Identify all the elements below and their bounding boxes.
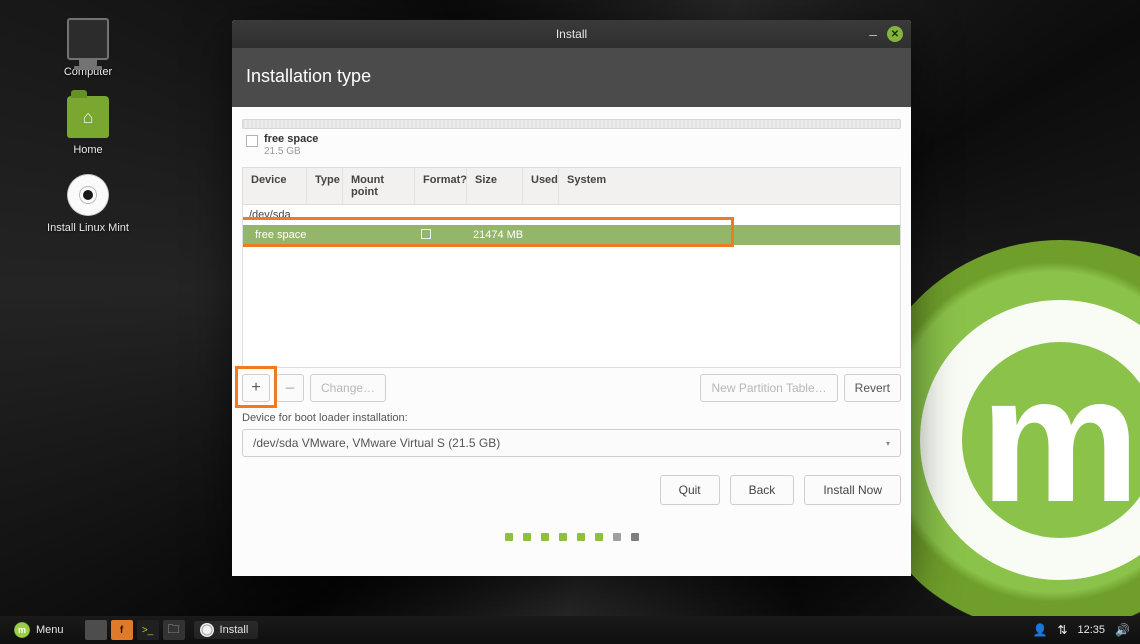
desktop-icon-install[interactable]: Install Linux Mint [28, 174, 148, 234]
mint-logo-icon: m [14, 622, 30, 638]
minimize-button[interactable]: – [869, 29, 877, 39]
home-folder-icon [67, 96, 109, 138]
add-partition-button[interactable]: + [242, 374, 270, 402]
clock[interactable]: 12:35 [1078, 624, 1106, 636]
computer-icon [67, 18, 109, 60]
user-tray-icon[interactable]: 👤 [1033, 623, 1048, 637]
show-desktop-icon[interactable] [85, 620, 107, 640]
desktop-background: m Computer Home Install Linux Mint Insta… [0, 0, 1140, 644]
taskbar: m Menu f >_ 🗀 Install 👤 ⇅ 12:35 🔊 [0, 616, 1140, 644]
freespace-size: 21.5 GB [264, 146, 301, 157]
task-label: Install [220, 624, 249, 636]
disc-icon [200, 623, 214, 637]
column-type[interactable]: Type [307, 168, 343, 204]
volume-tray-icon[interactable]: 🔊 [1115, 623, 1130, 637]
terminal-icon[interactable]: >_ [137, 620, 159, 640]
disc-icon [67, 174, 109, 216]
bootloader-select[interactable]: /dev/sda VMware, VMware Virtual S (21.5 … [242, 429, 901, 457]
partition-toolbar: + − Change… New Partition Table… Revert [242, 374, 901, 402]
titlebar[interactable]: Install – ✕ [232, 20, 911, 48]
taskbar-task-install[interactable]: Install [194, 621, 259, 639]
step-dot [541, 533, 549, 541]
installer-window: Install – ✕ Installation type free space… [232, 20, 911, 576]
page-heading: Installation type [232, 48, 911, 107]
chevron-down-icon: ▾ [886, 439, 890, 448]
files-icon[interactable]: 🗀 [163, 620, 185, 640]
quit-button[interactable]: Quit [660, 475, 720, 505]
window-title: Install [556, 27, 587, 41]
step-dot [595, 533, 603, 541]
desktop-icon-computer[interactable]: Computer [28, 18, 148, 78]
progress-dots [242, 533, 901, 541]
column-used[interactable]: Used [523, 168, 559, 204]
menu-button[interactable]: m Menu [4, 620, 74, 640]
cell-size: 21474 MB [473, 229, 529, 241]
column-format[interactable]: Format? [415, 168, 467, 204]
step-dot [559, 533, 567, 541]
cell-device: /dev/sda [249, 209, 313, 221]
column-size[interactable]: Size [467, 168, 523, 204]
step-dot [631, 533, 639, 541]
format-checkbox[interactable] [421, 229, 431, 239]
change-partition-button[interactable]: Change… [310, 374, 386, 402]
menu-label: Menu [36, 624, 64, 636]
disk-usage-bar: free space 21.5 GB [242, 117, 901, 145]
step-dot [577, 533, 585, 541]
system-tray: 👤 ⇅ 12:35 🔊 [1033, 623, 1137, 637]
column-device[interactable]: Device [243, 168, 307, 204]
remove-partition-button[interactable]: − [276, 374, 304, 402]
firefox-icon[interactable]: f [111, 620, 133, 640]
network-tray-icon[interactable]: ⇅ [1057, 623, 1067, 637]
bootloader-label: Device for boot loader installation: [242, 412, 901, 424]
install-now-button[interactable]: Install Now [804, 475, 901, 505]
freespace-label: free space [264, 133, 318, 145]
step-dot [523, 533, 531, 541]
back-button[interactable]: Back [730, 475, 795, 505]
step-dot [505, 533, 513, 541]
new-partition-table-button[interactable]: New Partition Table… [700, 374, 837, 402]
column-system[interactable]: System [559, 168, 900, 204]
bootloader-value: /dev/sda VMware, VMware Virtual S (21.5 … [253, 436, 500, 450]
desktop-icon-label: Home [28, 144, 148, 156]
partition-table: Device Type Mount point Format? Size Use… [242, 167, 901, 368]
cell-device: free space [249, 229, 313, 241]
disk-usage-track [242, 119, 901, 129]
table-row-parent[interactable]: /dev/sda [243, 205, 900, 225]
close-button[interactable]: ✕ [887, 26, 903, 42]
desktop-icon-home[interactable]: Home [28, 96, 148, 156]
desktop-icon-label: Install Linux Mint [28, 222, 148, 234]
column-mount[interactable]: Mount point [343, 168, 415, 204]
table-row-selected[interactable]: free space 21474 MB [243, 225, 900, 245]
step-dot-current [613, 533, 621, 541]
freespace-checkbox[interactable] [246, 135, 258, 147]
partition-table-header: Device Type Mount point Format? Size Use… [243, 168, 900, 205]
revert-button[interactable]: Revert [844, 374, 901, 402]
